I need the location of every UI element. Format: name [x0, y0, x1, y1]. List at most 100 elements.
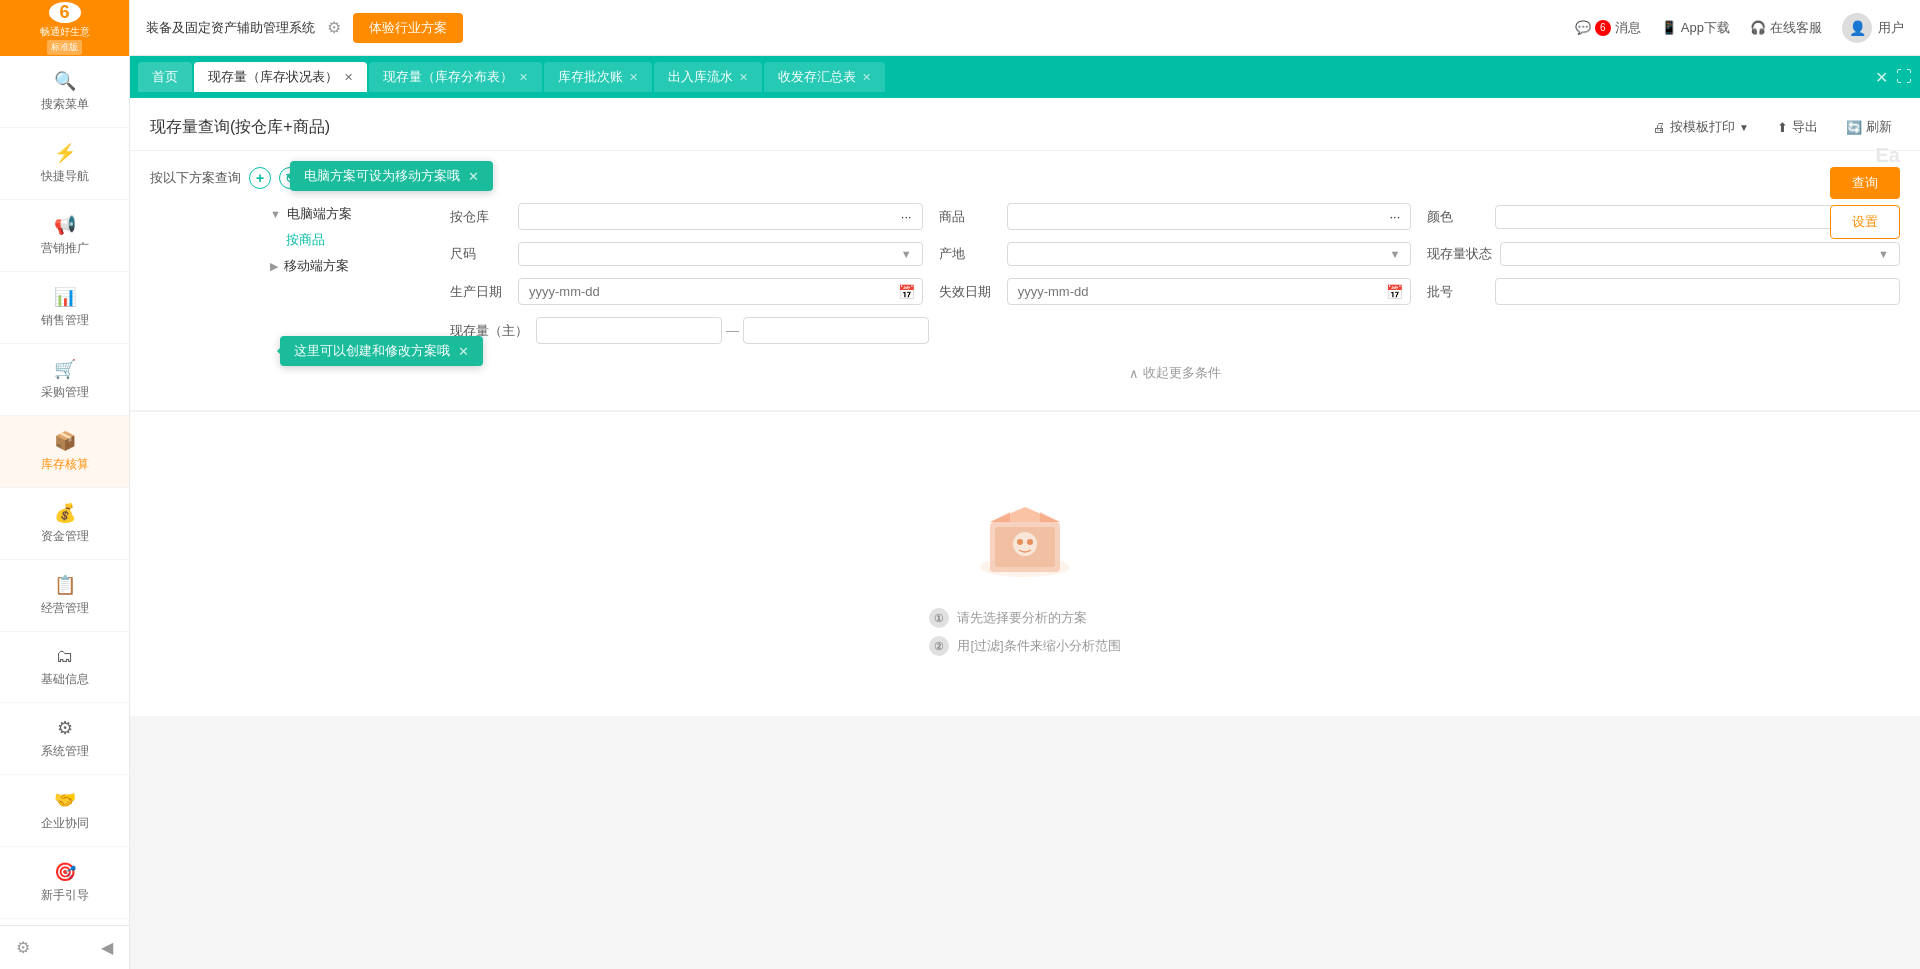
step-2-text: 用[过滤]条件来缩小分析范围 [957, 637, 1120, 655]
search-icon: 🔍 [54, 70, 76, 92]
sidebar-item-sales[interactable]: 📊 销售管理 [0, 272, 129, 344]
sidebar-item-marketing[interactable]: 📢 营销推广 [0, 200, 129, 272]
collapse-bar[interactable]: ∧ 收起更多条件 [450, 356, 1900, 390]
message-item[interactable]: 💬 6 消息 [1575, 19, 1641, 37]
empty-illustration [965, 472, 1085, 592]
sidebar-label-marketing: 营销推广 [41, 240, 89, 257]
tab-collect-summary[interactable]: 收发存汇总表 ✕ [764, 62, 885, 92]
size-select[interactable]: ▼ [518, 242, 923, 266]
ea-label: Ea [1876, 144, 1900, 167]
tab-inout-flow-close[interactable]: ✕ [739, 71, 748, 84]
export-button[interactable]: ⬆ 导出 [1769, 114, 1826, 140]
filter-size: 尺码 ▼ [450, 242, 923, 266]
refresh-button[interactable]: 🔄 刷新 [1838, 114, 1900, 140]
app-download-item[interactable]: 📱 App下载 [1661, 19, 1730, 37]
stock-status-select[interactable]: ▼ [1500, 242, 1900, 266]
sidebar-item-inventory[interactable]: 📦 库存核算 [0, 416, 129, 488]
user-area[interactable]: 👤 用户 [1842, 13, 1904, 43]
sidebar-label-purchase: 采购管理 [41, 384, 89, 401]
logo-icon: 6 [49, 2, 81, 23]
production-date-input[interactable] [518, 278, 923, 305]
tab-batch-accounts-close[interactable]: ✕ [629, 71, 638, 84]
guide-icon: 🎯 [54, 861, 76, 883]
sidebar-item-quicknav[interactable]: ⚡ 快捷导航 [0, 128, 129, 200]
sidebar-item-system[interactable]: ⚙ 系统管理 [0, 703, 129, 775]
content-inner: 现存量查询(按仓库+商品) 🖨 按模板打印 ▼ ⬆ 导出 🔄 刷新 [130, 98, 1920, 716]
step-1-text: 请先选择要分析的方案 [957, 609, 1087, 627]
page-content: 现存量查询(按仓库+商品) 🖨 按模板打印 ▼ ⬆ 导出 🔄 刷新 [130, 98, 1920, 969]
size-label: 尺码 [450, 245, 510, 263]
empty-step-1: ① 请先选择要分析的方案 [929, 608, 1120, 628]
tab-maximize-icon[interactable]: ⛶ [1896, 68, 1912, 86]
production-date-label: 生产日期 [450, 283, 510, 301]
tab-inventory-status-close[interactable]: ✕ [344, 71, 353, 84]
message-label: 消息 [1615, 19, 1641, 37]
scheme-desktop-sub[interactable]: 按商品 [286, 227, 410, 253]
search-button[interactable]: 查询 [1830, 167, 1900, 199]
sidebar-item-search[interactable]: 🔍 搜索菜单 [0, 56, 129, 128]
print-button[interactable]: 🖨 按模板打印 ▼ [1645, 114, 1757, 140]
online-support-item[interactable]: 🎧 在线客服 [1750, 19, 1822, 37]
print-label: 按模板打印 [1670, 118, 1735, 136]
filter-row-1: 按仓库 ··· 商品 ··· [450, 203, 1900, 230]
range-dash: — [726, 323, 739, 338]
topbar: 装备及固定资产辅助管理系统 ⚙ 体验行业方案 💬 6 消息 📱 App下载 🎧 … [130, 0, 1920, 56]
scheme-edit-popover-close[interactable]: ✕ [458, 344, 469, 359]
purchase-icon: 🛒 [54, 358, 76, 380]
filter-add-button[interactable]: + [249, 167, 271, 189]
scheme-mobile-group[interactable]: ▶ 移动端方案 [270, 253, 410, 279]
warehouse-select[interactable]: ··· [518, 203, 923, 230]
tab-minimize-icon[interactable]: ✕ [1875, 68, 1888, 87]
industry-plan-button[interactable]: 体验行业方案 [353, 13, 463, 43]
tab-home[interactable]: 首页 [138, 62, 192, 92]
tab-inventory-dist[interactable]: 现存量（库存分布表） ✕ [369, 62, 542, 92]
settings-icon[interactable]: ⚙ [16, 938, 30, 957]
chevron-right-icon: ▶ [270, 260, 278, 273]
app-download-label: App下载 [1681, 19, 1730, 37]
stock-main-max-input[interactable] [743, 317, 929, 344]
operations-icon: 📋 [54, 574, 76, 596]
refresh-label: 刷新 [1866, 118, 1892, 136]
color-label: 颜色 [1427, 208, 1487, 226]
tab-inventory-status[interactable]: 现存量（库存状况表） ✕ [194, 62, 367, 92]
system-settings-icon[interactable]: ⚙ [327, 18, 341, 37]
phone-icon: 📱 [1661, 20, 1677, 35]
expiry-date-input[interactable] [1007, 278, 1412, 305]
stock-main-min-input[interactable] [536, 317, 722, 344]
headset-icon: 🎧 [1750, 20, 1766, 35]
empty-state: ① 请先选择要分析的方案 ② 用[过滤]条件来缩小分析范围 [130, 412, 1920, 716]
marketing-icon: 📢 [54, 214, 76, 236]
empty-steps: ① 请先选择要分析的方案 ② 用[过滤]条件来缩小分析范围 [929, 608, 1120, 656]
sidebar-item-collab[interactable]: 🤝 企业协同 [0, 775, 129, 847]
tab-batch-accounts[interactable]: 库存批次账 ✕ [544, 62, 652, 92]
scheme-desktop-group[interactable]: ▼ 电脑端方案 [270, 201, 410, 227]
production-date-wrap: 📅 [518, 278, 923, 305]
stock-main-range: — [536, 317, 929, 344]
sidebar-item-purchase[interactable]: 🛒 采购管理 [0, 344, 129, 416]
scheme-popover-close[interactable]: ✕ [468, 169, 479, 184]
tab-inout-flow-label: 出入库流水 [668, 68, 733, 86]
sidebar-item-guide[interactable]: 🎯 新手引导 [0, 847, 129, 919]
sidebar-item-operations[interactable]: 📋 经营管理 [0, 560, 129, 632]
production-date-calendar-icon[interactable]: 📅 [898, 284, 915, 300]
size-chevron-icon: ▼ [901, 248, 912, 260]
tab-collect-summary-close[interactable]: ✕ [862, 71, 871, 84]
tab-inventory-dist-close[interactable]: ✕ [519, 71, 528, 84]
topbar-left: 装备及固定资产辅助管理系统 ⚙ 体验行业方案 [146, 13, 463, 43]
collapse-sidebar-icon[interactable]: ◀ [101, 938, 113, 957]
warehouse-label: 按仓库 [450, 208, 510, 226]
empty-svg-illustration [965, 472, 1085, 592]
sidebar-item-basicinfo[interactable]: 🗂 基础信息 [0, 632, 129, 703]
tab-inout-flow[interactable]: 出入库流水 ✕ [654, 62, 762, 92]
filter-product: 商品 ··· [939, 203, 1412, 230]
sidebar-label-sales: 销售管理 [41, 312, 89, 329]
expiry-date-calendar-icon[interactable]: 📅 [1386, 284, 1403, 300]
sidebar-label-basicinfo: 基础信息 [41, 671, 89, 688]
batch-input[interactable] [1495, 278, 1900, 305]
product-select[interactable]: ··· [1007, 203, 1412, 230]
step-1-number: ① [929, 608, 949, 628]
sidebar-item-finance[interactable]: 💰 资金管理 [0, 488, 129, 560]
page-title: 现存量查询(按仓库+商品) [150, 117, 330, 138]
origin-select[interactable]: ▼ [1007, 242, 1412, 266]
reset-button[interactable]: 设置 [1830, 205, 1900, 239]
